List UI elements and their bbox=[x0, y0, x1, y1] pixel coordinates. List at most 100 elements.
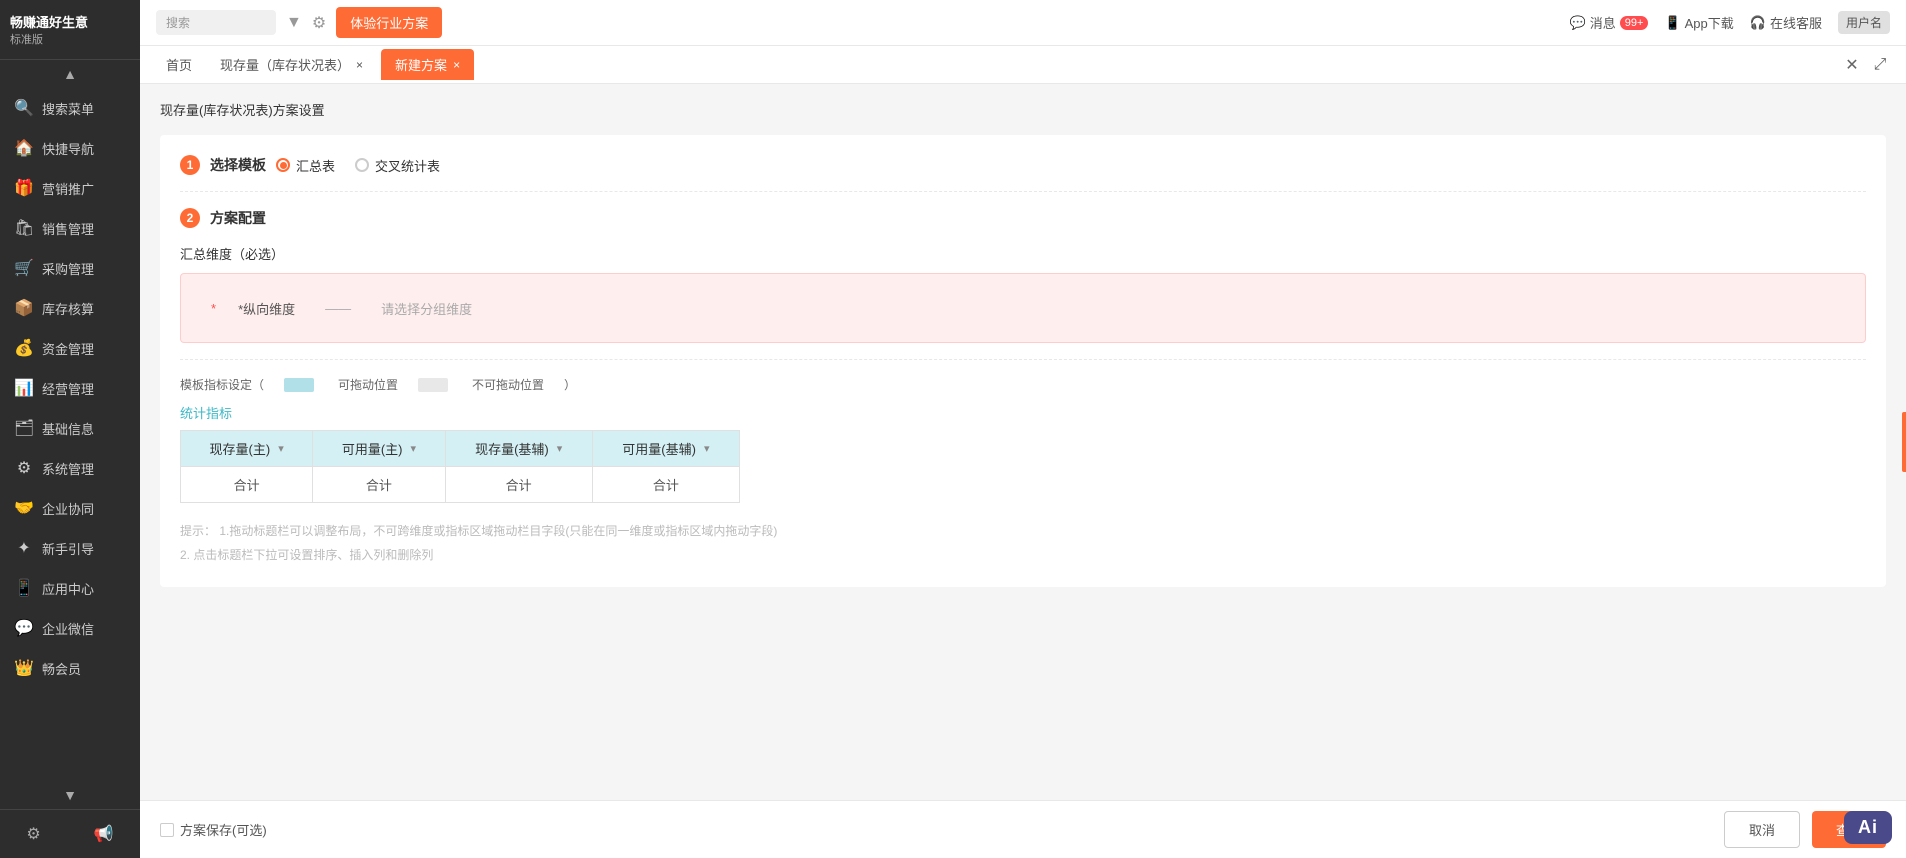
required-star: * bbox=[211, 301, 216, 316]
message-count-badge: 99+ bbox=[1620, 16, 1649, 30]
col-available-aux-chevron[interactable]: ▾ bbox=[704, 442, 710, 455]
sidebar-item-purchase[interactable]: 🛒 采购管理 bbox=[0, 248, 140, 288]
radio-summary-label: 汇总表 bbox=[296, 156, 335, 175]
col-present-main-label: 现存量(主) bbox=[210, 439, 271, 458]
tab-home[interactable]: 首页 bbox=[156, 49, 202, 80]
tab-inventory-status[interactable]: 现存量（库存状况表） × bbox=[206, 49, 377, 80]
sidebar-item-wechat[interactable]: 💬 企业微信 bbox=[0, 608, 140, 648]
sidebar-item-operations[interactable]: 📊 经营管理 bbox=[0, 368, 140, 408]
tabs-bar: 首页 现存量（库存状况表） × 新建方案 × ✕ ⤢ bbox=[140, 46, 1906, 84]
user-avatar[interactable]: 用户名 bbox=[1838, 11, 1890, 34]
save-checkbox[interactable] bbox=[160, 823, 174, 837]
topbar-settings-icon[interactable]: ⚙ bbox=[312, 13, 326, 33]
experience-button[interactable]: 体验行业方案 bbox=[336, 7, 442, 38]
radio-summary-circle bbox=[276, 158, 290, 172]
col-present-main-header[interactable]: 现存量(主) ▾ bbox=[181, 431, 313, 467]
message-label: 消息 bbox=[1590, 13, 1616, 32]
step2-num: 2 bbox=[180, 208, 200, 228]
phone-icon: 📱 bbox=[14, 578, 34, 598]
search-icon: 🔍 bbox=[14, 98, 34, 118]
col-present-aux-header[interactable]: 现存量(基辅) ▾ bbox=[445, 431, 592, 467]
guide-icon: ✦ bbox=[14, 538, 34, 558]
close-window-icon[interactable]: ✕ bbox=[1842, 55, 1862, 75]
sidebar-scroll-up[interactable]: ▲ bbox=[0, 60, 140, 88]
stat-indicators-title: 统计指标 bbox=[180, 403, 1866, 422]
sidebar-item-system[interactable]: ⚙ 系统管理 bbox=[0, 448, 140, 488]
bottom-bar: 方案保存(可选) 取消 查询 bbox=[140, 800, 1906, 858]
col-present-main-chevron[interactable]: ▾ bbox=[278, 442, 284, 455]
sidebar-item-search[interactable]: 🔍 搜索菜单 bbox=[0, 88, 140, 128]
scroll-up-icon[interactable]: ▲ bbox=[63, 66, 77, 82]
scroll-down-icon[interactable]: ▼ bbox=[63, 787, 77, 803]
expand-icon[interactable]: ⤢ bbox=[1870, 55, 1890, 75]
indicator-table: 现存量(主) ▾ 可用量(主) ▾ bbox=[180, 430, 740, 503]
radio-summary[interactable]: 汇总表 bbox=[276, 156, 335, 175]
sidebar-item-sales[interactable]: 🛍 销售管理 bbox=[0, 208, 140, 248]
vertical-dim-label: *纵向维度 bbox=[238, 299, 295, 318]
tab-inventory-close-icon[interactable]: × bbox=[356, 58, 363, 72]
app-icon: 📱 bbox=[1664, 15, 1680, 31]
col-available-main-header[interactable]: 可用量(主) ▾ bbox=[313, 431, 445, 467]
handshake-icon: 🤝 bbox=[14, 498, 34, 518]
sidebar-label-wechat: 企业微信 bbox=[42, 619, 94, 638]
tab-new-plan[interactable]: 新建方案 × bbox=[381, 49, 474, 80]
radio-cross[interactable]: 交叉统计表 bbox=[355, 156, 440, 175]
window-controls: ✕ ⤢ bbox=[1842, 55, 1890, 75]
col-available-aux-header[interactable]: 可用量(基辅) ▾ bbox=[592, 431, 739, 467]
sidebar-item-member[interactable]: 👑 畅会员 bbox=[0, 648, 140, 688]
col-present-aux-chevron[interactable]: ▾ bbox=[557, 442, 563, 455]
sidebar-item-basic[interactable]: 🗂 基础信息 bbox=[0, 408, 140, 448]
tab-inventory-label: 现存量（库存状况表） bbox=[220, 55, 350, 74]
sidebar-scroll-down[interactable]: ▼ bbox=[0, 781, 140, 809]
dimension-label: 汇总维度（必选） bbox=[180, 244, 1866, 263]
cancel-button[interactable]: 取消 bbox=[1724, 811, 1800, 848]
message-badge-item[interactable]: 💬 消息 99+ bbox=[1570, 13, 1649, 32]
sidebar-item-cooperation[interactable]: 🤝 企业协同 bbox=[0, 488, 140, 528]
col-available-main-chevron[interactable]: ▾ bbox=[410, 442, 416, 455]
sidebar-item-finance[interactable]: 💰 资金管理 bbox=[0, 328, 140, 368]
main-area: 搜索 ▼ ⚙ 体验行业方案 💬 消息 99+ 📱 App下载 🎧 在线客服 用户… bbox=[140, 0, 1906, 858]
sidebar-label-member: 畅会员 bbox=[42, 659, 81, 678]
tip-2-text: 2. 点击标题栏下拉可设置排序、插入列和删除列 bbox=[180, 543, 433, 567]
app-download-item[interactable]: 📱 App下载 bbox=[1664, 13, 1733, 32]
gear-icon: ⚙ bbox=[14, 458, 34, 478]
folder-icon: 🗂 bbox=[14, 418, 34, 438]
speaker-icon[interactable]: 📢 bbox=[88, 818, 120, 850]
money-icon: 💰 bbox=[14, 338, 34, 358]
cell-available-main-sub: 合计 bbox=[313, 467, 445, 503]
step1-divider bbox=[180, 191, 1866, 192]
col-present-aux-label: 现存量(基辅) bbox=[475, 439, 549, 458]
cell-present-aux-sub: 合计 bbox=[445, 467, 592, 503]
step1-header: 1 选择模板 汇总表 交叉统计表 bbox=[180, 155, 1866, 175]
tip-1-text: 提示： 1.拖动标题栏可以调整布局，不可跨维度或指标区域拖动栏目字段(只能在同一… bbox=[180, 519, 777, 543]
user-name: 用户名 bbox=[1846, 16, 1882, 30]
customer-service-item[interactable]: 🎧 在线客服 bbox=[1750, 13, 1822, 32]
fixed-label: 不可拖动位置 bbox=[472, 376, 544, 393]
topbar: 搜索 ▼ ⚙ 体验行业方案 💬 消息 99+ 📱 App下载 🎧 在线客服 用户… bbox=[140, 0, 1906, 46]
sidebar-item-marketing[interactable]: 🎁 营销推广 bbox=[0, 168, 140, 208]
sidebar-label-cooperation: 企业协同 bbox=[42, 499, 94, 518]
sidebar-label-shortcut: 快捷导航 bbox=[42, 139, 94, 158]
ai-badge[interactable]: Ai bbox=[1844, 811, 1892, 844]
sidebar-item-inventory[interactable]: 📦 库存核算 bbox=[0, 288, 140, 328]
table-header-row: 现存量(主) ▾ 可用量(主) ▾ bbox=[181, 431, 740, 467]
step2-title: 方案配置 bbox=[210, 208, 266, 228]
sidebar-item-guide[interactable]: ✦ 新手引导 bbox=[0, 528, 140, 568]
cell-available-aux-sub: 合计 bbox=[592, 467, 739, 503]
dimension-box[interactable]: * *纵向维度 —— 请选择分组维度 bbox=[180, 273, 1866, 343]
settings-icon[interactable]: ⚙ bbox=[20, 818, 46, 850]
tip-2: 2. 点击标题栏下拉可设置排序、插入列和删除列 bbox=[180, 543, 1866, 567]
topbar-gear-icon[interactable]: ▼ bbox=[286, 14, 302, 32]
app-download-label: App下载 bbox=[1685, 13, 1734, 32]
search-placeholder: 搜索 bbox=[166, 16, 190, 30]
home-icon: 🏠 bbox=[14, 138, 34, 158]
tab-new-plan-close-icon[interactable]: × bbox=[453, 58, 460, 72]
app-edition: 标准版 bbox=[10, 31, 130, 47]
sidebar-item-shortcut[interactable]: 🏠 快捷导航 bbox=[0, 128, 140, 168]
sidebar-label-inventory: 库存核算 bbox=[42, 299, 94, 318]
draggable-legend-box bbox=[284, 378, 314, 392]
save-check-label[interactable]: 方案保存(可选) bbox=[160, 820, 267, 839]
sidebar-item-appstore[interactable]: 📱 应用中心 bbox=[0, 568, 140, 608]
box-icon: 📦 bbox=[14, 298, 34, 318]
tab-home-label: 首页 bbox=[166, 55, 192, 74]
